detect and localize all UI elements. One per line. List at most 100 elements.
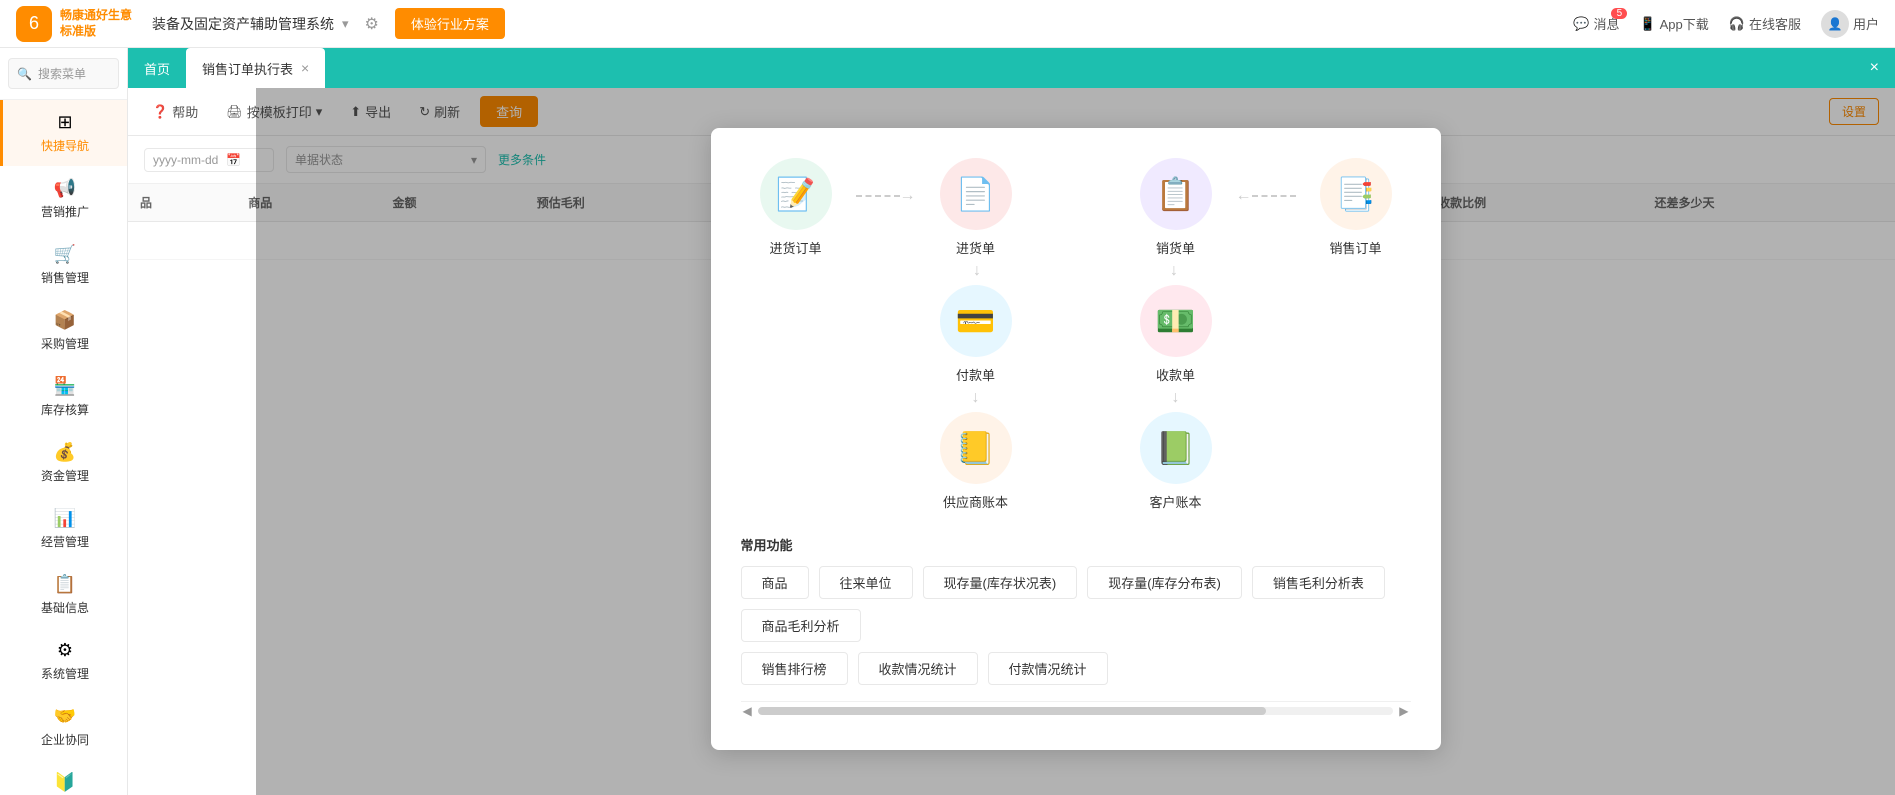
logo-icon: 6: [16, 6, 52, 42]
sidebar-item-operation[interactable]: 📊 经营管理: [0, 496, 127, 562]
down-arrow-purchase: ↓: [918, 257, 1036, 285]
sidebar-search-button[interactable]: 🔍 搜索菜单: [8, 58, 119, 89]
purchase-bill-icon: 📄: [940, 158, 1012, 230]
sidebar-item-quick-nav[interactable]: ⊞ 快捷导航: [0, 100, 127, 166]
tabs-close-all-button[interactable]: ×: [1870, 59, 1879, 77]
col-item: 品: [128, 184, 236, 222]
sidebar-item-system[interactable]: ⚙ 系统管理: [0, 628, 127, 694]
flow-arrows-row: ↓ ↓: [741, 257, 1411, 285]
trial-button[interactable]: 体验行业方案: [395, 8, 505, 39]
func-btn-counterpart[interactable]: 往来单位: [819, 566, 913, 599]
func-buttons-row-1: 商品 往来单位 现存量(库存状况表) 现存量(库存分布表) 销售毛利分析表 商品…: [741, 566, 1411, 642]
gear-icon[interactable]: ⚙: [365, 14, 379, 34]
common-functions: 常用功能 商品 往来单位 现存量(库存状况表) 现存量(库存分布表) 销售毛利分…: [741, 535, 1411, 685]
message-button[interactable]: 💬 消息 5: [1573, 14, 1619, 33]
func-btn-product[interactable]: 商品: [741, 566, 809, 599]
receipt-icon: 💵: [1140, 285, 1212, 357]
collab-icon: 🤝: [54, 706, 76, 727]
avatar: 👤: [1821, 10, 1849, 38]
sales-order-icon: 📑: [1320, 158, 1392, 230]
search-icon: 🔍: [17, 67, 32, 81]
func-btn-sales-rank[interactable]: 销售排行榜: [741, 652, 848, 685]
supplier-ledger-icon: 📒: [940, 412, 1012, 484]
logo-text: 畅康通好生意 标准版: [60, 8, 132, 39]
finance-icon: 💰: [54, 442, 76, 463]
flow-row-1: 📝 进货订单 →: [736, 158, 1416, 257]
help-icon: ❓: [152, 104, 168, 120]
modal-overlay[interactable]: 📝 进货订单 →: [256, 88, 1895, 795]
dropdown-arrow-icon[interactable]: ▾: [342, 16, 349, 32]
flow-node-purchase-bill[interactable]: 📄 进货单: [916, 158, 1036, 257]
down-arrow-sales: ↓: [1115, 257, 1233, 285]
logo-area: 6 畅康通好生意 标准版: [16, 6, 132, 42]
print-icon: 🖨: [226, 104, 243, 120]
sidebar-item-sales[interactable]: 🛒 销售管理: [0, 232, 127, 298]
top-bar: 6 畅康通好生意 标准版 装备及固定资产辅助管理系统 ▾ ⚙ 体验行业方案 💬 …: [0, 0, 1895, 48]
headset-icon: 🎧: [1729, 16, 1745, 32]
app-download-button[interactable]: 📱 App下载: [1639, 14, 1708, 33]
service-button[interactable]: 🎧 在线客服: [1729, 14, 1801, 33]
top-right-area: 💬 消息 5 📱 App下载 🎧 在线客服 👤 用户: [1573, 10, 1879, 38]
sidebar-search-area: 🔍 搜索菜单: [0, 48, 127, 100]
flow-node-sales-order[interactable]: 📑 销售订单: [1296, 158, 1416, 257]
message-icon: 💬: [1573, 16, 1589, 32]
sidebar-item-guide[interactable]: 🔰 新手引导: [0, 760, 127, 795]
operation-icon: 📊: [54, 508, 76, 529]
sales-icon: 🛒: [54, 244, 76, 265]
func-btn-product-profit[interactable]: 商品毛利分析: [741, 609, 861, 642]
func-btn-sales-profit[interactable]: 销售毛利分析表: [1252, 566, 1385, 599]
flow-node-receipt[interactable]: 💵 收款单: [1116, 285, 1236, 384]
quick-nav-icon: ⊞: [57, 112, 72, 133]
calendar-icon: 📅: [226, 153, 241, 167]
tab-close-icon[interactable]: ×: [301, 60, 309, 76]
sidebar-item-marketing[interactable]: 📢 营销推广: [0, 166, 127, 232]
modal-box: 📝 进货订单 →: [711, 128, 1441, 750]
date-input[interactable]: yyyy-mm-dd 📅: [144, 148, 274, 172]
scroll-thumb: [758, 707, 1266, 715]
guide-icon: 🔰: [54, 772, 76, 793]
sidebar-item-basic-info[interactable]: 📋 基础信息: [0, 562, 127, 628]
arrow-purchase-order-to-bill: →: [856, 187, 916, 205]
flow-node-sales-bill[interactable]: 📋 销货单: [1116, 158, 1236, 257]
sales-bill-icon: 📋: [1140, 158, 1212, 230]
content-area: 首页 销售订单执行表 × × ❓ 帮助 🖨 按模板打印 ▾: [128, 48, 1895, 795]
flow-node-supplier-ledger[interactable]: 📒 供应商账本: [916, 412, 1036, 511]
tab-sales-order[interactable]: 销售订单执行表 ×: [186, 48, 325, 88]
purchase-order-icon: 📝: [760, 158, 832, 230]
phone-icon: 📱: [1639, 16, 1655, 32]
sidebar-item-finance[interactable]: 💰 资金管理: [0, 430, 127, 496]
help-button[interactable]: ❓ 帮助: [144, 98, 206, 125]
sidebar-item-inventory[interactable]: 🏪 库存核算: [0, 364, 127, 430]
func-btn-inventory-status[interactable]: 现存量(库存状况表): [923, 566, 1078, 599]
payment-icon: 💳: [940, 285, 1012, 357]
func-btn-payment-stats[interactable]: 付款情况统计: [988, 652, 1108, 685]
func-btn-receipt-stats[interactable]: 收款情况统计: [858, 652, 978, 685]
customer-ledger-icon: 📗: [1140, 412, 1212, 484]
func-btn-inventory-dist[interactable]: 现存量(库存分布表): [1087, 566, 1242, 599]
down-arrow-receipt: ↓: [1116, 384, 1236, 412]
sidebar-item-collab[interactable]: 🤝 企业协同: [0, 694, 127, 760]
flow-node-customer-ledger[interactable]: 📗 客户账本: [1116, 412, 1236, 511]
func-buttons-row-2: 销售排行榜 收款情况统计 付款情况统计: [741, 652, 1411, 685]
user-button[interactable]: 👤 用户: [1821, 10, 1879, 38]
sidebar-item-purchase[interactable]: 📦 采购管理: [0, 298, 127, 364]
system-title: 装备及固定资产辅助管理系统: [152, 14, 334, 34]
marketing-icon: 📢: [54, 178, 76, 199]
flow-node-payment[interactable]: 💳 付款单: [916, 285, 1036, 384]
common-functions-title: 常用功能: [741, 535, 1411, 554]
flow-row-3: 📒 供应商账本 📗 客户账本: [736, 412, 1416, 511]
modal-scrollbar: ◀ ▶: [741, 701, 1411, 720]
flow-arrows-row-2: ↓ ↓: [736, 384, 1416, 412]
scroll-track[interactable]: [758, 707, 1394, 715]
flow-node-purchase-order[interactable]: 📝 进货订单: [736, 158, 856, 257]
basic-info-icon: 📋: [54, 574, 76, 595]
sidebar: 🔍 搜索菜单 ⊞ 快捷导航 📢 营销推广 🛒 销售管理 📦: [0, 48, 128, 795]
tab-home[interactable]: 首页: [128, 48, 186, 88]
scroll-left-icon[interactable]: ◀: [741, 702, 754, 720]
down-arrow-payment: ↓: [916, 384, 1036, 412]
arrow-sales-order-to-bill: ←: [1236, 187, 1296, 205]
flow-row-2: 💳 付款单 💵 收款单: [736, 285, 1416, 384]
system-icon: ⚙: [57, 640, 73, 661]
purchase-icon: 📦: [54, 310, 76, 331]
scroll-right-icon[interactable]: ▶: [1397, 702, 1410, 720]
